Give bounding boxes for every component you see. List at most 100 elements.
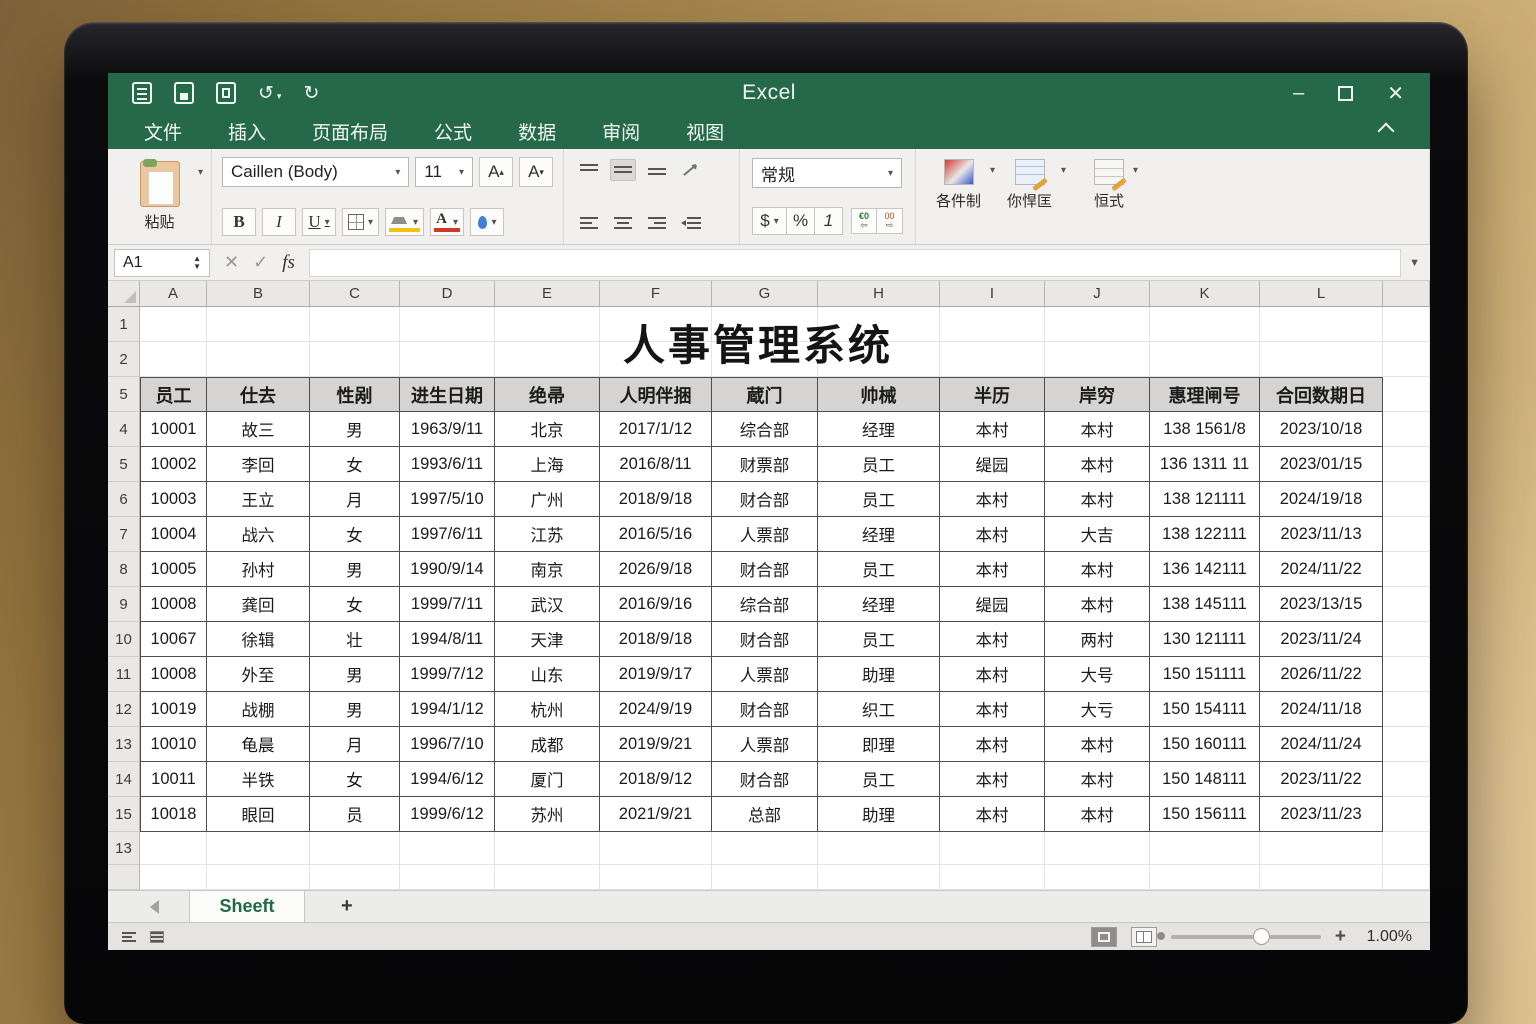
cell[interactable] [1383, 692, 1430, 727]
menu-item-0[interactable]: 文件 [144, 118, 182, 145]
cell-D12[interactable]: 1994/1/12 [400, 692, 495, 727]
column-header-L[interactable]: L [1260, 281, 1383, 307]
cell-J5[interactable]: 本村 [1045, 447, 1150, 482]
cell-A9[interactable]: 10008 [140, 587, 207, 622]
align-right-button[interactable] [644, 212, 670, 234]
cell-styles-button[interactable]: 恒式 ▾ [1094, 159, 1138, 234]
cell-J9[interactable]: 本村 [1045, 587, 1150, 622]
zoom-out-icon[interactable] [1156, 931, 1165, 940]
cell-I8[interactable]: 本村 [940, 552, 1045, 587]
cell-L15[interactable]: 2023/11/23 [1260, 797, 1383, 832]
cell[interactable] [1045, 865, 1150, 890]
cell-G7[interactable]: 人票部 [712, 517, 818, 552]
cell-L9[interactable]: 2023/13/15 [1260, 587, 1383, 622]
cell-A4[interactable]: 10001 [140, 412, 207, 447]
cell-D6[interactable]: 1997/5/10 [400, 482, 495, 517]
cell[interactable] [207, 832, 310, 865]
cell[interactable] [940, 865, 1045, 890]
conditional-formatting-button[interactable]: 各件制 ▾ [936, 159, 995, 234]
row-header-2[interactable]: 2 [108, 342, 140, 377]
cell-K4[interactable]: 138 1561/8 [1150, 412, 1260, 447]
cell-H14[interactable]: 员工 [818, 762, 940, 797]
paste-caret-icon[interactable]: ▾ [198, 167, 203, 178]
cell-G13[interactable]: 人票部 [712, 727, 818, 762]
column-header-D[interactable]: D [400, 281, 495, 307]
column-header-K[interactable]: K [1150, 281, 1260, 307]
table-header-cell[interactable]: 仕去 [207, 377, 310, 412]
cell-D11[interactable]: 1999/7/12 [400, 657, 495, 692]
cell-B12[interactable]: 战棚 [207, 692, 310, 727]
column-header-G[interactable]: G [712, 281, 818, 307]
grow-font-button[interactable]: A ▴ [479, 157, 513, 187]
cell[interactable] [400, 865, 495, 890]
cell-A6[interactable]: 10003 [140, 482, 207, 517]
borders-button[interactable]: ▾ [342, 208, 380, 236]
cell-J4[interactable]: 本村 [1045, 412, 1150, 447]
cell-E10[interactable]: 天津 [495, 622, 600, 657]
column-header-C[interactable]: C [310, 281, 400, 307]
cell-B10[interactable]: 徐辑 [207, 622, 310, 657]
cell-K15[interactable]: 150 156111 [1150, 797, 1260, 832]
row-header-10[interactable]: 10 [108, 622, 140, 657]
cell[interactable] [140, 865, 207, 890]
number-format-select[interactable]: 常规 ▾ [752, 158, 902, 188]
cell[interactable] [1150, 865, 1260, 890]
zoom-slider-handle[interactable] [1252, 927, 1270, 945]
cell[interactable] [1260, 342, 1383, 377]
table-header-cell[interactable]: 合回数期日 [1260, 377, 1383, 412]
cell-A11[interactable]: 10008 [140, 657, 207, 692]
phonetic-button[interactable]: ▾ [470, 208, 505, 236]
row-header-14[interactable]: 14 [108, 762, 140, 797]
cell-B6[interactable]: 王立 [207, 482, 310, 517]
add-sheet-button[interactable]: + [341, 895, 353, 918]
cell[interactable] [1383, 797, 1430, 832]
cell-K12[interactable]: 150 154111 [1150, 692, 1260, 727]
cell-D5[interactable]: 1993/6/11 [400, 447, 495, 482]
column-header-B[interactable]: B [207, 281, 310, 307]
cell-L11[interactable]: 2026/11/22 [1260, 657, 1383, 692]
cell-E12[interactable]: 杭州 [495, 692, 600, 727]
cell-E5[interactable]: 上海 [495, 447, 600, 482]
cell-E6[interactable]: 广州 [495, 482, 600, 517]
cell-E9[interactable]: 武汉 [495, 587, 600, 622]
cell-I10[interactable]: 本村 [940, 622, 1045, 657]
cell-A13[interactable]: 10010 [140, 727, 207, 762]
percent-button[interactable]: % [787, 207, 816, 235]
cell-G5[interactable]: 财票部 [712, 447, 818, 482]
cell-G11[interactable]: 人票部 [712, 657, 818, 692]
currency-button[interactable]: $ ▾ [752, 207, 788, 235]
column-header-partial[interactable] [1383, 281, 1430, 307]
cell[interactable] [1383, 342, 1430, 377]
cell-E11[interactable]: 山东 [495, 657, 600, 692]
cell[interactable] [140, 832, 207, 865]
underline-button[interactable]: U ▾ [302, 208, 336, 236]
table-header-cell[interactable]: 绝帚 [495, 377, 600, 412]
cell-K8[interactable]: 136 142111 [1150, 552, 1260, 587]
table-header-cell[interactable]: 岸穷 [1045, 377, 1150, 412]
cell-B5[interactable]: 李回 [207, 447, 310, 482]
cell[interactable] [712, 832, 818, 865]
cell-B4[interactable]: 故三 [207, 412, 310, 447]
cell-E14[interactable]: 厦门 [495, 762, 600, 797]
cell[interactable] [140, 307, 207, 342]
cell-F15[interactable]: 2021/9/21 [600, 797, 712, 832]
cell-A15[interactable]: 10018 [140, 797, 207, 832]
cell-D14[interactable]: 1994/6/12 [400, 762, 495, 797]
cell[interactable] [400, 832, 495, 865]
cell[interactable] [1383, 727, 1430, 762]
cell[interactable] [1383, 832, 1430, 865]
cancel-icon[interactable]: ✕ [224, 252, 239, 273]
orientation-button[interactable] [678, 159, 704, 181]
cell-G10[interactable]: 财合部 [712, 622, 818, 657]
table-header-cell[interactable]: 蔵门 [712, 377, 818, 412]
cell-J10[interactable]: 两村 [1045, 622, 1150, 657]
italic-button[interactable]: I [262, 208, 296, 236]
cell[interactable] [1383, 622, 1430, 657]
row-header-15[interactable]: 15 [108, 797, 140, 832]
cell-D9[interactable]: 1999/7/11 [400, 587, 495, 622]
cell-I12[interactable]: 本村 [940, 692, 1045, 727]
table-header-cell[interactable]: 惠理闸号 [1150, 377, 1260, 412]
align-bottom-button[interactable] [644, 159, 670, 181]
cell[interactable] [1383, 377, 1430, 412]
cell[interactable] [1383, 587, 1430, 622]
